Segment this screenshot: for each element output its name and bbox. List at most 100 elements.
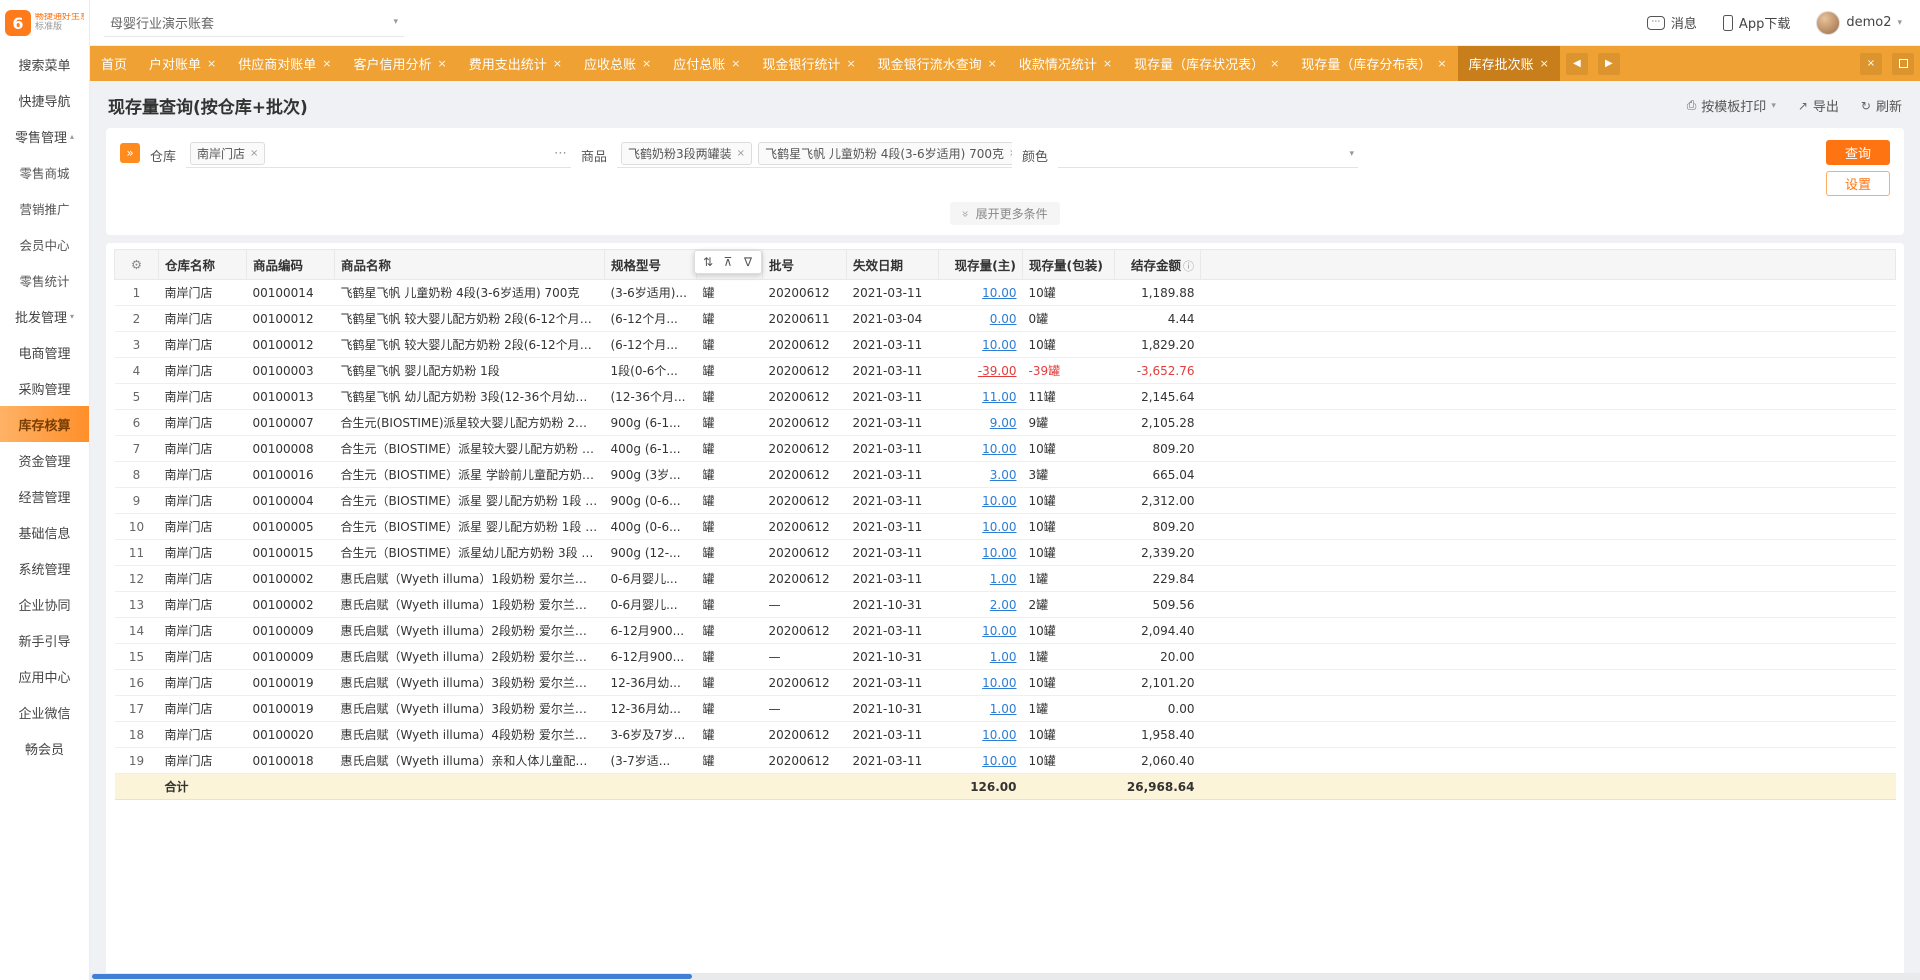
cell-qty-main-link[interactable]: 10.00 (938, 279, 1023, 306)
tab[interactable]: 户对账单 × (138, 46, 227, 81)
tab[interactable]: 现金银行流水查询 × (867, 46, 1008, 81)
export-button[interactable]: ↗ 导出 (1798, 96, 1839, 116)
cell-qty-main-link[interactable]: 3.00 (938, 461, 1023, 488)
settings-button[interactable]: 设置 (1826, 171, 1890, 196)
close-tabs-button[interactable]: × (1860, 52, 1882, 75)
cell-qty-main-link[interactable]: 10.00 (938, 487, 1023, 514)
cell-qty-main-link[interactable]: 10.00 (938, 435, 1023, 462)
tabs-scroll-right-button[interactable]: ▶ (1597, 52, 1620, 75)
close-tab-icon[interactable]: × (438, 57, 447, 70)
sidebar-item[interactable]: 会员中心 (0, 226, 89, 262)
sidebar-item[interactable]: 畅会员 (0, 730, 89, 766)
close-tab-icon[interactable]: × (322, 57, 331, 70)
sidebar-item[interactable]: 经营管理 (0, 478, 89, 514)
close-tab-icon[interactable]: × (1103, 57, 1112, 70)
app-download-button[interactable]: App下载 (1722, 13, 1790, 32)
cell-qty-main-link[interactable]: 10.00 (938, 669, 1023, 696)
column-header-warehouse[interactable]: 仓库名称 (158, 249, 247, 280)
sidebar-item[interactable]: 新手引导 (0, 622, 89, 658)
close-tab-icon[interactable]: × (1540, 57, 1549, 70)
print-by-template-button[interactable]: ⎙ 按模板打印 ▾ (1687, 96, 1776, 115)
sidebar-item[interactable]: 搜索菜单 (0, 46, 89, 82)
expand-more-button[interactable]: » 展开更多条件 (950, 202, 1060, 225)
tab[interactable]: 首页 (90, 46, 138, 81)
sidebar-item[interactable]: 企业协同 (0, 586, 89, 622)
refresh-button[interactable]: ↻ 刷新 (1861, 96, 1902, 116)
cell-qty-main-link[interactable]: 1.00 (938, 695, 1023, 722)
sidebar-item[interactable]: 零售管理 ▴ (0, 118, 89, 154)
tab[interactable]: 现存量（库存分布表） × (1290, 46, 1457, 81)
more-options-icon[interactable]: ⋯ (554, 146, 567, 161)
gear-icon[interactable]: ⚙ (131, 257, 142, 272)
sidebar-item[interactable]: 零售商城 (0, 154, 89, 190)
cell-qty-main-link[interactable]: 1.00 (938, 643, 1023, 670)
cell-qty-main-link[interactable]: 10.00 (938, 721, 1023, 748)
tab[interactable]: 应付总账 × (662, 46, 751, 81)
collapse-filters-button[interactable]: » (120, 143, 140, 163)
cell-qty-main-link[interactable]: 1.00 (938, 565, 1023, 592)
cell-qty-main-link[interactable]: 10.00 (938, 513, 1023, 540)
column-header-code[interactable]: 商品编码 (246, 249, 335, 280)
close-tab-icon[interactable]: × (642, 57, 651, 70)
cell-qty-main-link[interactable]: 11.00 (938, 383, 1023, 410)
sidebar-item[interactable]: 零售统计 (0, 262, 89, 298)
column-header-spec[interactable]: 规格型号 (604, 249, 697, 280)
column-header-expiry[interactable]: 失效日期 (846, 249, 939, 280)
scrollbar-thumb[interactable] (92, 974, 692, 979)
close-tab-icon[interactable]: × (207, 57, 216, 70)
column-header-qty_main[interactable]: 现存量(主) (938, 249, 1023, 280)
sidebar-item[interactable]: 资金管理 (0, 442, 89, 478)
column-header-qty_pack[interactable]: 现存量(包装) (1022, 249, 1115, 280)
sidebar-item[interactable]: 采购管理 (0, 370, 89, 406)
sidebar-item[interactable]: 基础信息 (0, 514, 89, 550)
sidebar-item[interactable]: 应用中心 (0, 658, 89, 694)
warehouse-filter[interactable]: 南岸门店 × ⋯ (186, 140, 572, 168)
tab[interactable]: 现存量（库存状况表） × (1123, 46, 1290, 81)
filter-tag[interactable]: 飞鹤奶粉3段两罐装 × (621, 142, 753, 165)
cell-qty-main-link[interactable]: 10.00 (938, 331, 1023, 358)
tab[interactable]: 应收总账 × (573, 46, 662, 81)
column-header-batch[interactable]: 批号 (762, 249, 847, 280)
tab[interactable]: 现金银行统计 × (751, 46, 866, 81)
account-selector[interactable]: 母婴行业演示账套 ▾ (104, 9, 404, 37)
close-tab-icon[interactable]: × (1437, 57, 1446, 70)
cell-qty-main-link[interactable]: 10.00 (938, 747, 1023, 774)
close-tab-icon[interactable]: × (1270, 57, 1279, 70)
tabs-scroll-left-button[interactable]: ◀ (1565, 52, 1588, 75)
remove-tag-icon[interactable]: × (250, 148, 258, 159)
sidebar-item[interactable]: 库存核算 (0, 406, 89, 442)
cell-qty-main-link[interactable]: -39.00 (938, 357, 1023, 384)
filter-tag[interactable]: 南岸门店 × (190, 142, 266, 165)
sidebar-item[interactable]: 批发管理 ▾ (0, 298, 89, 334)
sidebar-item[interactable]: 系统管理 (0, 550, 89, 586)
close-tab-icon[interactable]: × (846, 57, 855, 70)
sidebar-item[interactable]: 营销推广 (0, 190, 89, 226)
close-tab-icon[interactable]: × (731, 57, 740, 70)
tab[interactable]: 收款情况统计 × (1008, 46, 1123, 81)
sidebar-item[interactable]: 企业微信 (0, 694, 89, 730)
column-header-amount[interactable]: 结存金额 ⓘ (1114, 249, 1201, 280)
remove-tag-icon[interactable]: × (1009, 148, 1012, 159)
messages-button[interactable]: ⋯ 消息 (1646, 13, 1697, 32)
color-filter[interactable]: ▾ (1058, 140, 1359, 168)
filter-icon[interactable]: ∇ (739, 253, 757, 271)
cell-qty-main-link[interactable]: 2.00 (938, 591, 1023, 618)
sort-icon[interactable]: ⇅ (699, 253, 717, 271)
tab[interactable]: 客户信用分析 × (342, 46, 457, 81)
cell-qty-main-link[interactable]: 10.00 (938, 539, 1023, 566)
cell-qty-main-link[interactable]: 9.00 (938, 409, 1023, 436)
product-filter[interactable]: 飞鹤奶粉3段两罐装×飞鹤星飞帆 儿童奶粉 4段(3-6岁适用) 700克×飞⋯ (617, 140, 1013, 168)
column-header-name[interactable]: 商品名称 (334, 249, 605, 280)
tab[interactable]: 库存批次账 × (1457, 46, 1560, 81)
query-button[interactable]: 查询 (1826, 140, 1890, 165)
close-tab-icon[interactable]: × (988, 57, 997, 70)
pin-icon[interactable]: ⊼ (719, 253, 737, 271)
filter-tag[interactable]: 飞鹤星飞帆 儿童奶粉 4段(3-6岁适用) 700克 × (758, 142, 1013, 165)
sidebar-item[interactable]: 快捷导航 (0, 82, 89, 118)
close-tab-icon[interactable]: × (553, 57, 562, 70)
user-menu[interactable]: demo2 ▾ (1816, 10, 1902, 35)
fullscreen-button[interactable] (1892, 52, 1914, 75)
cell-qty-main-link[interactable]: 10.00 (938, 617, 1023, 644)
remove-tag-icon[interactable]: × (737, 148, 745, 159)
tab[interactable]: 供应商对账单 × (227, 46, 342, 81)
